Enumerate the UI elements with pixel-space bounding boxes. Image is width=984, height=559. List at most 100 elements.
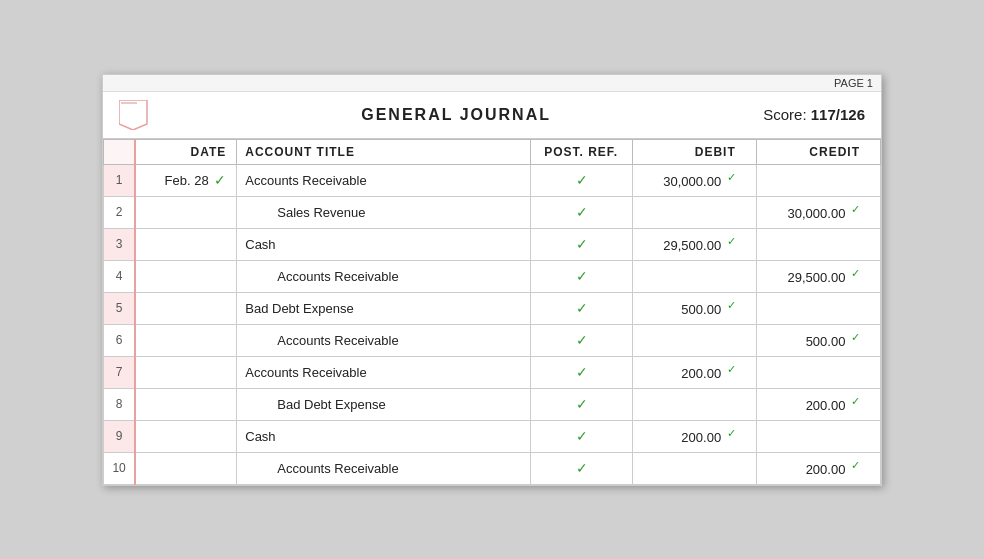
row-credit: 500.00 ✓ [756, 324, 880, 356]
row-account-title: Bad Debt Expense [237, 292, 531, 324]
row-debit: 200.00 ✓ [632, 420, 756, 452]
header-date: DATE [135, 139, 237, 164]
debit-check-icon: ✓ [727, 171, 736, 183]
row-date [135, 228, 237, 260]
row-credit [756, 292, 880, 324]
row-postref: ✓ [530, 452, 632, 484]
table-row: 1Feb. 28 ✓Accounts Receivable✓30,000.00 … [104, 164, 881, 196]
journal-page: PAGE 1 GENERAL JOURNAL Score: 117/126 DA… [102, 74, 882, 486]
postref-check-icon: ✓ [576, 332, 588, 348]
row-credit: 30,000.00 ✓ [756, 196, 880, 228]
row-number: 7 [104, 356, 136, 388]
journal-table-wrapper: DATE ACCOUNT TITLE POST. REF. DEBIT CRED… [103, 139, 881, 485]
table-row: 4Accounts Receivable✓29,500.00 ✓ [104, 260, 881, 292]
row-debit [632, 324, 756, 356]
row-account-title: Cash [237, 228, 531, 260]
row-postref: ✓ [530, 388, 632, 420]
row-date: Feb. 28 ✓ [135, 164, 237, 196]
row-postref: ✓ [530, 356, 632, 388]
debit-check-icon: ✓ [727, 427, 736, 439]
date-check-icon: ✓ [214, 172, 226, 188]
row-date [135, 452, 237, 484]
table-row: 6Accounts Receivable✓500.00 ✓ [104, 324, 881, 356]
row-debit [632, 452, 756, 484]
row-debit [632, 388, 756, 420]
row-account-title: Accounts Receivable [237, 452, 531, 484]
row-account-title: Accounts Receivable [237, 324, 531, 356]
header-credit: CREDIT [756, 139, 880, 164]
row-number: 2 [104, 196, 136, 228]
row-date [135, 196, 237, 228]
row-credit [756, 356, 880, 388]
row-number: 8 [104, 388, 136, 420]
score-display: Score: 117/126 [763, 106, 865, 123]
header-num [104, 139, 136, 164]
row-debit [632, 196, 756, 228]
row-debit: 500.00 ✓ [632, 292, 756, 324]
page-top-bar: PAGE 1 [103, 75, 881, 92]
svg-marker-0 [119, 100, 147, 130]
postref-check-icon: ✓ [576, 172, 588, 188]
row-date [135, 356, 237, 388]
postref-check-icon: ✓ [576, 236, 588, 252]
credit-check-icon: ✓ [851, 267, 860, 279]
page-label: PAGE 1 [834, 77, 873, 89]
row-number: 10 [104, 452, 136, 484]
row-date [135, 324, 237, 356]
postref-check-icon: ✓ [576, 364, 588, 380]
row-date [135, 388, 237, 420]
journal-table: DATE ACCOUNT TITLE POST. REF. DEBIT CRED… [103, 139, 881, 485]
row-debit [632, 260, 756, 292]
row-credit [756, 228, 880, 260]
row-postref: ✓ [530, 164, 632, 196]
header-account: ACCOUNT TITLE [237, 139, 531, 164]
row-date [135, 420, 237, 452]
table-row: 10Accounts Receivable✓200.00 ✓ [104, 452, 881, 484]
row-account-title: Bad Debt Expense [237, 388, 531, 420]
table-row: 9Cash✓200.00 ✓ [104, 420, 881, 452]
row-credit: 200.00 ✓ [756, 452, 880, 484]
row-number: 1 [104, 164, 136, 196]
table-row: 5Bad Debt Expense✓500.00 ✓ [104, 292, 881, 324]
postref-check-icon: ✓ [576, 204, 588, 220]
table-row: 2Sales Revenue✓30,000.00 ✓ [104, 196, 881, 228]
postref-check-icon: ✓ [576, 428, 588, 444]
debit-check-icon: ✓ [727, 235, 736, 247]
credit-check-icon: ✓ [851, 395, 860, 407]
row-number: 3 [104, 228, 136, 260]
journal-title: GENERAL JOURNAL [149, 106, 763, 124]
credit-check-icon: ✓ [851, 331, 860, 343]
row-postref: ✓ [530, 420, 632, 452]
row-debit: 200.00 ✓ [632, 356, 756, 388]
row-account-title: Sales Revenue [237, 196, 531, 228]
row-account-title: Accounts Receivable [237, 260, 531, 292]
debit-check-icon: ✓ [727, 299, 736, 311]
table-header-row: DATE ACCOUNT TITLE POST. REF. DEBIT CRED… [104, 139, 881, 164]
row-number: 9 [104, 420, 136, 452]
row-account-title: Accounts Receivable [237, 356, 531, 388]
logo-icon [119, 100, 149, 130]
postref-check-icon: ✓ [576, 396, 588, 412]
score-value: 117/126 [811, 106, 865, 123]
row-account-title: Accounts Receivable [237, 164, 531, 196]
row-date [135, 260, 237, 292]
postref-check-icon: ✓ [576, 268, 588, 284]
table-row: 7Accounts Receivable✓200.00 ✓ [104, 356, 881, 388]
row-account-title: Cash [237, 420, 531, 452]
score-label: Score: [763, 106, 806, 123]
credit-check-icon: ✓ [851, 459, 860, 471]
svg-marker-1 [121, 102, 137, 104]
postref-check-icon: ✓ [576, 460, 588, 476]
row-debit: 29,500.00 ✓ [632, 228, 756, 260]
row-postref: ✓ [530, 196, 632, 228]
row-debit: 30,000.00 ✓ [632, 164, 756, 196]
credit-check-icon: ✓ [851, 203, 860, 215]
row-credit: 200.00 ✓ [756, 388, 880, 420]
row-date [135, 292, 237, 324]
row-number: 6 [104, 324, 136, 356]
postref-check-icon: ✓ [576, 300, 588, 316]
table-row: 8Bad Debt Expense✓200.00 ✓ [104, 388, 881, 420]
row-credit [756, 164, 880, 196]
debit-check-icon: ✓ [727, 363, 736, 375]
header-debit: DEBIT [632, 139, 756, 164]
